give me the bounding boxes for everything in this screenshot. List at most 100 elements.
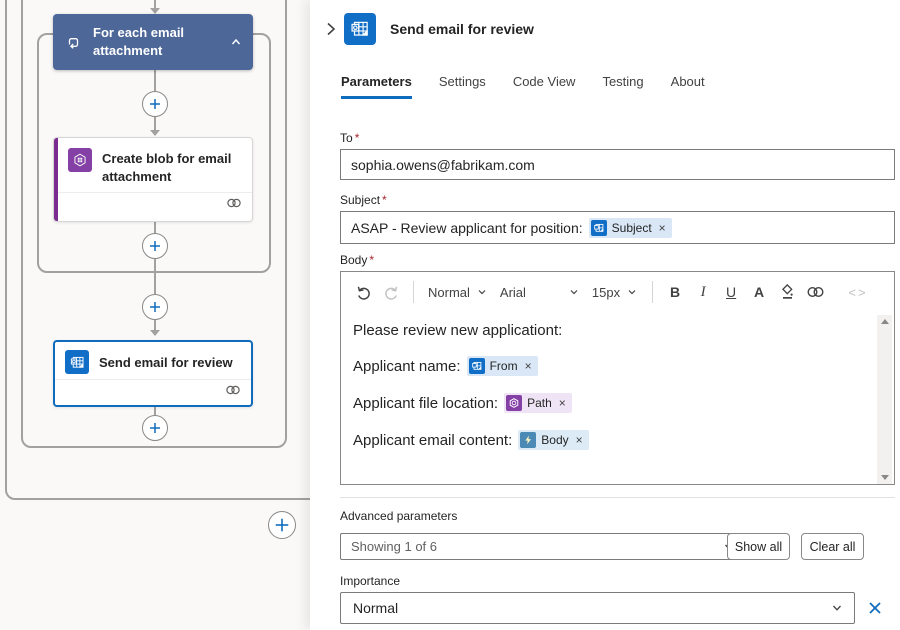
subject-input[interactable]: ASAP - Review applicant for position: Su…	[340, 211, 895, 244]
body-rich-text-editor: Normal Arial 15px B I U A	[340, 271, 895, 485]
font-color-button[interactable]: A	[747, 279, 771, 305]
token-remove-icon[interactable]: ×	[525, 359, 532, 373]
outlook-icon	[65, 350, 89, 374]
underline-button[interactable]: U	[719, 279, 743, 305]
subject-token[interactable]: Subject ×	[589, 218, 672, 238]
connector-line	[154, 259, 156, 294]
azure-blob-storage-icon	[68, 148, 92, 172]
toolbar-divider	[413, 281, 414, 303]
code-view-button[interactable]: <>	[846, 279, 870, 305]
send-email-card-title: Send email for review	[99, 352, 233, 372]
body-line: Please review new applicationt:	[353, 322, 860, 339]
to-label: To*	[340, 131, 359, 145]
panel-tabs: Parameters Settings Code View Testing Ab…	[341, 74, 705, 99]
foreach-action-card[interactable]: For each email attachment	[53, 14, 253, 70]
card-accent-bar	[54, 138, 58, 221]
token-remove-icon[interactable]: ×	[659, 221, 666, 235]
workflow-canvas[interactable]: For each email attachment	[0, 0, 310, 630]
connector-line	[154, 222, 156, 233]
body-editor-content[interactable]: Please review new applicationt: Applican…	[341, 312, 894, 484]
paragraph-style-dropdown[interactable]: Normal	[424, 279, 492, 305]
scroll-up-icon[interactable]	[881, 319, 889, 324]
chevron-down-icon	[568, 286, 580, 298]
bold-button[interactable]: B	[663, 279, 687, 305]
advanced-parameters-value: Showing 1 of 6	[351, 539, 437, 554]
create-blob-action-card[interactable]: Create blob for email attachment	[53, 137, 253, 222]
undo-icon[interactable]	[351, 279, 375, 305]
add-action-button[interactable]	[142, 294, 168, 320]
body-label: Body*	[340, 253, 374, 267]
connector-line	[154, 407, 156, 415]
font-family-dropdown[interactable]: Arial	[496, 279, 584, 305]
to-input[interactable]: sophia.owens@fabrikam.com	[340, 149, 895, 180]
connector-line	[154, 320, 156, 330]
add-action-button[interactable]	[142, 91, 168, 117]
send-email-action-card[interactable]: Send email for review	[53, 340, 253, 407]
add-action-button[interactable]	[142, 415, 168, 441]
required-asterisk: *	[382, 193, 387, 207]
foreach-card-title: For each email attachment	[93, 24, 229, 60]
logic-app-designer: For each email attachment	[0, 0, 900, 630]
connector-line	[154, 0, 156, 8]
path-token[interactable]: Path ×	[504, 393, 572, 413]
token-label: Body	[541, 433, 568, 447]
font-size-dropdown[interactable]: 15px	[588, 279, 642, 305]
italic-button[interactable]: I	[691, 279, 715, 305]
connector-line	[154, 117, 156, 130]
redo-icon[interactable]	[379, 279, 403, 305]
required-asterisk: *	[369, 253, 374, 267]
action-details-panel: Send email for review Parameters Setting…	[310, 0, 900, 630]
body-line: Applicant email content: Body ×	[353, 430, 860, 450]
token-label: Path	[527, 396, 552, 410]
required-asterisk: *	[355, 131, 360, 145]
from-token[interactable]: From ×	[467, 356, 538, 376]
advanced-parameters-dropdown[interactable]: Showing 1 of 6	[340, 533, 745, 560]
remove-parameter-icon[interactable]	[866, 599, 884, 617]
outlook-icon	[344, 13, 376, 45]
advanced-parameters-label: Advanced parameters	[340, 509, 457, 523]
subject-label: Subject*	[340, 193, 387, 207]
collapse-panel-icon[interactable]	[322, 20, 340, 38]
token-label: From	[490, 359, 518, 373]
azure-blob-storage-icon	[506, 395, 522, 411]
loop-icon	[65, 34, 81, 50]
scroll-down-icon[interactable]	[881, 475, 889, 480]
connector-arrow	[150, 330, 160, 336]
body-line: Applicant name: From ×	[353, 356, 860, 376]
link-icon[interactable]	[803, 279, 827, 305]
subject-text: ASAP - Review applicant for position:	[351, 220, 583, 236]
importance-dropdown[interactable]: Normal	[340, 592, 855, 624]
outlook-icon	[591, 220, 607, 236]
token-label: Subject	[612, 221, 652, 235]
to-value: sophia.owens@fabrikam.com	[351, 157, 535, 173]
panel-title: Send email for review	[390, 21, 534, 37]
tab-about[interactable]: About	[671, 74, 705, 99]
connector-line	[154, 70, 156, 91]
editor-toolbar: Normal Arial 15px B I U A	[341, 272, 894, 312]
body-token[interactable]: Body ×	[518, 430, 588, 450]
importance-label: Importance	[340, 574, 400, 588]
connection-icon[interactable]	[225, 384, 241, 396]
toolbar-divider	[652, 281, 653, 303]
editor-scrollbar[interactable]	[877, 315, 892, 484]
tab-code-view[interactable]: Code View	[513, 74, 576, 99]
connection-icon[interactable]	[226, 197, 242, 209]
tab-settings[interactable]: Settings	[439, 74, 486, 99]
highlight-color-icon[interactable]	[775, 279, 799, 305]
token-remove-icon[interactable]: ×	[559, 396, 566, 410]
add-action-button[interactable]	[142, 233, 168, 259]
section-divider	[340, 497, 895, 498]
chevron-down-icon	[830, 601, 844, 615]
chevron-down-icon	[626, 286, 638, 298]
chevron-down-icon	[476, 286, 488, 298]
clear-all-button[interactable]: Clear all	[801, 533, 864, 560]
token-remove-icon[interactable]: ×	[576, 433, 583, 447]
show-all-button[interactable]: Show all	[727, 533, 790, 560]
tab-parameters[interactable]: Parameters	[341, 74, 412, 99]
trigger-flash-icon	[520, 432, 536, 448]
create-blob-card-title: Create blob for email attachment	[102, 148, 242, 186]
tab-testing[interactable]: Testing	[602, 74, 643, 99]
outlook-icon	[469, 358, 485, 374]
add-node-button[interactable]	[268, 511, 296, 539]
chevron-up-icon[interactable]	[229, 35, 243, 49]
